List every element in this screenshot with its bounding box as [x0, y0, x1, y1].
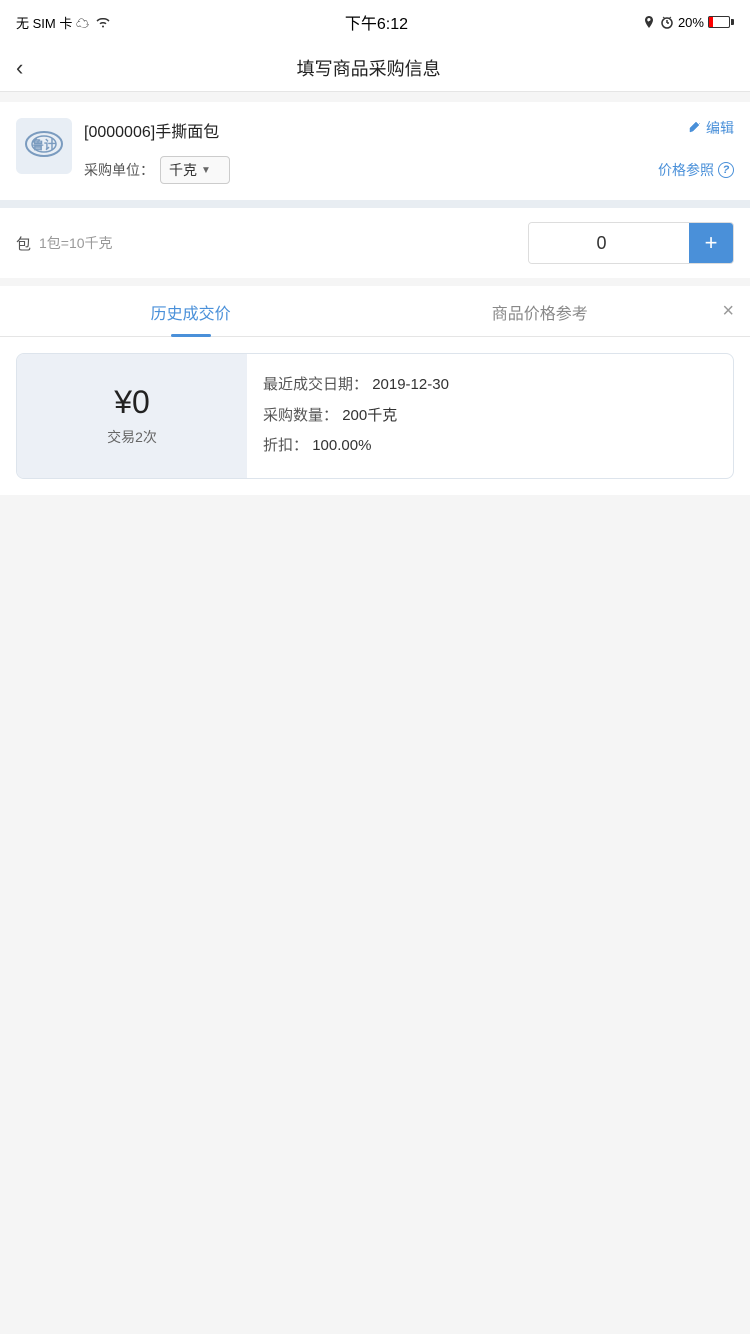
product-logo: 鲁计 — [16, 118, 72, 174]
quantity-plus-button[interactable]: + — [689, 223, 733, 263]
alarm-icon — [660, 15, 674, 29]
tabs-section: 历史成交价 商品价格参考 × ¥0 交易2次 最近成交日期： 2019-12-3… — [0, 286, 750, 495]
price-reference-button[interactable]: 价格参照 ? — [658, 160, 734, 180]
svg-text:鲁计: 鲁计 — [31, 137, 56, 152]
page-title: 填写商品采购信息 — [31, 55, 706, 81]
card-right-details: 最近成交日期： 2019-12-30 采购数量： 200千克 折扣： 100.0… — [247, 354, 733, 478]
quantity-label-box: 包 1包=10千克 — [16, 233, 113, 254]
card-left-price: ¥0 交易2次 — [17, 354, 247, 478]
battery-percent: 20% — [678, 15, 704, 30]
status-right: 20% — [642, 15, 734, 30]
purchase-qty-row: 采购数量： 200千克 — [263, 405, 717, 428]
unit-convert-text: 1包=10千克 — [39, 233, 113, 253]
status-time: 下午6:12 — [345, 10, 408, 34]
recent-date-row: 最近成交日期： 2019-12-30 — [263, 374, 717, 397]
trade-count: 交易2次 — [107, 427, 157, 447]
discount-row: 折扣： 100.00% — [263, 435, 717, 458]
product-info: [0000006]手撕面包 编辑 采购单位： 千克 ▼ — [84, 118, 734, 184]
history-card: ¥0 交易2次 最近成交日期： 2019-12-30 采购数量： 200千克 折… — [16, 353, 734, 479]
price-display: ¥0 — [114, 384, 150, 421]
unit-label: 采购单位： — [84, 160, 154, 180]
tab-product-price-reference[interactable]: 商品价格参考 — [365, 286, 714, 336]
history-content: ¥0 交易2次 最近成交日期： 2019-12-30 采购数量： 200千克 折… — [0, 337, 750, 495]
info-icon: ? — [718, 162, 734, 178]
quantity-row: 包 1包=10千克 + — [0, 208, 750, 278]
purchase-qty-value: 200千克 — [342, 407, 397, 424]
bag-label: 包 — [16, 233, 31, 254]
status-bar: 无 SIM 卡 ☁ 下午6:12 20% — [0, 0, 750, 44]
wifi-icon — [95, 16, 111, 28]
recent-date-label: 最近成交日期： — [263, 376, 368, 393]
edit-icon — [689, 121, 703, 135]
product-header: 鲁计 [0000006]手撕面包 编辑 采购单位： — [16, 118, 734, 184]
section-divider — [0, 200, 750, 208]
product-section: 鲁计 [0000006]手撕面包 编辑 采购单位： — [0, 102, 750, 200]
tabs-header: 历史成交价 商品价格参考 × — [0, 286, 750, 337]
status-left: 无 SIM 卡 ☁ — [16, 13, 111, 32]
purchase-qty-label: 采购数量： — [263, 407, 338, 424]
unit-value: 千克 — [169, 160, 197, 180]
discount-label: 折扣： — [263, 437, 308, 454]
quantity-input-area: + — [528, 222, 734, 264]
dropdown-arrow-icon: ▼ — [201, 165, 211, 176]
product-name: [0000006]手撕面包 — [84, 118, 219, 142]
battery-icon — [708, 16, 734, 28]
recent-date-value: 2019-12-30 — [372, 376, 449, 393]
tab-history-price[interactable]: 历史成交价 — [16, 286, 365, 336]
edit-button[interactable]: 编辑 — [689, 118, 734, 138]
location-icon — [642, 15, 656, 29]
purchase-unit-row: 采购单位： 千克 ▼ 价格参照 ? — [84, 156, 734, 184]
product-name-row: [0000006]手撕面包 编辑 — [84, 118, 734, 142]
close-button[interactable]: × — [714, 292, 734, 331]
unit-select-dropdown[interactable]: 千克 ▼ — [160, 156, 230, 184]
discount-value: 100.00% — [312, 437, 371, 454]
quantity-input[interactable] — [529, 223, 689, 263]
back-button[interactable]: ‹ — [16, 51, 31, 85]
nav-header: ‹ 填写商品采购信息 — [0, 44, 750, 92]
logo-text: 鲁计 — [24, 124, 64, 168]
no-sim-label: 无 SIM 卡 ☁ — [16, 13, 89, 32]
